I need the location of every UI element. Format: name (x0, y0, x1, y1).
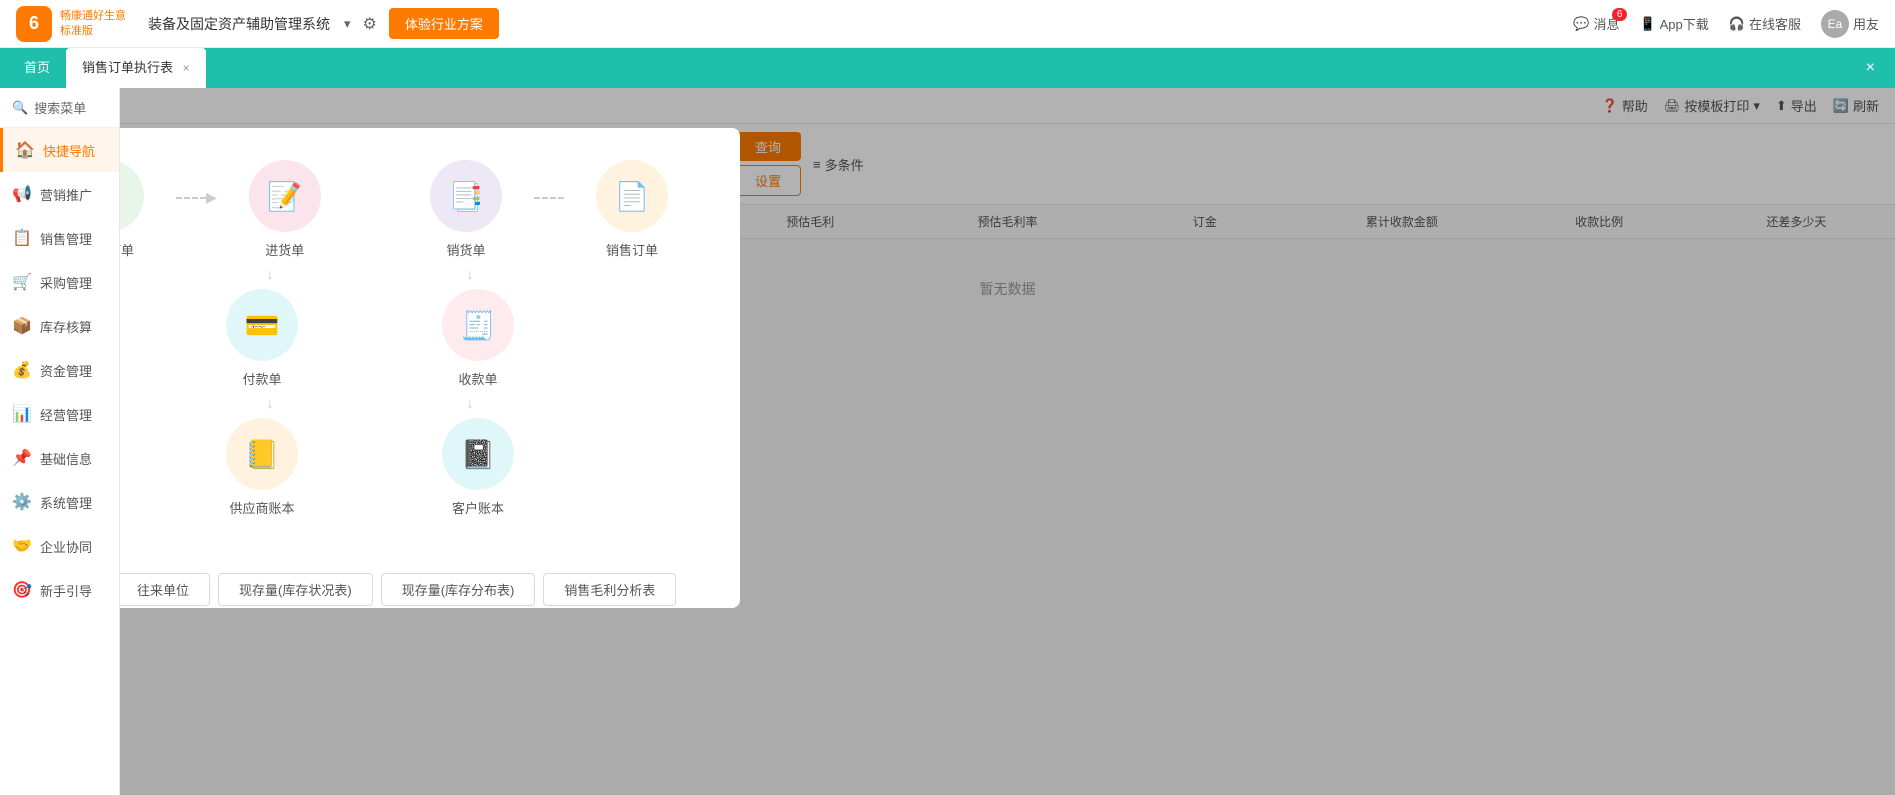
system-title: 装备及固定资产辅助管理系统 (148, 14, 330, 34)
supplier-ledger-icon: 📒 (226, 418, 298, 490)
avatar: Ea (1821, 10, 1849, 38)
online-service-label: 在线客服 (1749, 14, 1801, 33)
func-btn-sales-profit[interactable]: 销售毛利分析表 (543, 573, 676, 606)
message-icon: 💬 (1573, 16, 1589, 32)
sidebar-item-label: 企业协同 (40, 537, 92, 556)
sidebar-item-label: 库存核算 (40, 317, 92, 336)
tab-home[interactable]: 首页 (8, 48, 66, 88)
sidebar-item-label: 经营管理 (40, 405, 92, 424)
sidebar-item-label: 新手引导 (40, 581, 92, 600)
sales-bill-label: 销货单 (446, 240, 485, 259)
receipt-label: 收款单 (458, 369, 497, 388)
workflow-node-payment: 💳 付款单 (226, 289, 298, 388)
headset-icon: 🎧 (1729, 16, 1745, 32)
search-icon: 🔍 (12, 100, 28, 116)
logo-icon: 6 (16, 6, 52, 42)
content-area: ❓ 帮助 🖨 按模板打印 ▾ ⬆ 导出 🔄 刷新 (120, 88, 1895, 795)
func-btn-inventory-dist[interactable]: 现存量(库存分布表) (381, 573, 536, 606)
sidebar-item-basic-info[interactable]: 📌 基础信息 (0, 436, 119, 480)
sidebar-item-label: 采购管理 (40, 273, 92, 292)
search-menu-item[interactable]: 🔍 搜索菜单 (0, 88, 119, 128)
purchase-order-icon: 📋 (120, 160, 144, 232)
header-right: 💬 6 消息 📱 App下载 🎧 在线客服 Ea 用友 (1573, 10, 1879, 38)
sidebar-item-label: 资金管理 (40, 361, 92, 380)
customer-ledger-label: 客户账本 (452, 498, 504, 517)
mobile-icon: 📱 (1639, 16, 1655, 32)
modal-overlay[interactable]: 📋 进货订单 ▶ 📝 进货单 (120, 88, 1895, 795)
sidebar-item-label: 系统管理 (40, 493, 92, 512)
main-layout: 🔍 搜索菜单 🏠 快捷导航 📢 营销推广 📋 销售管理 🛒 采购管理 📦 库存核… (0, 88, 1895, 795)
user-name: 用友 (1853, 14, 1879, 33)
system-icon: ⚙️ (12, 492, 32, 512)
sidebar-item-label: 营销推广 (40, 185, 92, 204)
beginner-icon: 🎯 (12, 580, 32, 600)
payment-label: 付款单 (242, 369, 281, 388)
logo-area: 6 畅康通好生意 标准版 (16, 6, 136, 42)
purchase-icon: 🛒 (12, 272, 32, 292)
tab-close-icon[interactable]: × (183, 61, 190, 75)
sales-icon: 📋 (12, 228, 32, 248)
payment-icon: 💳 (226, 289, 298, 361)
modal: 📋 进货订单 ▶ 📝 进货单 (120, 128, 740, 608)
sidebar-item-sales[interactable]: 📋 销售管理 (0, 216, 119, 260)
basic-info-icon: 📌 (12, 448, 32, 468)
search-menu-label: 搜索菜单 (34, 98, 86, 117)
workflow-node-sales-order: 📄 销售订单 (596, 160, 668, 259)
sidebar-item-operations[interactable]: 📊 经营管理 (0, 392, 119, 436)
top-header: 6 畅康通好生意 标准版 装备及固定资产辅助管理系统 ▾ ⚙ 体验行业方案 💬 … (0, 0, 1895, 48)
online-service-item[interactable]: 🎧 在线客服 (1729, 14, 1801, 33)
purchase-bill-label: 进货单 (265, 240, 304, 259)
workflow-node-customer-ledger: 📓 客户账本 (442, 418, 514, 517)
gear-icon[interactable]: ⚙ (363, 14, 377, 34)
finance-icon: 💰 (12, 360, 32, 380)
trial-button[interactable]: 体验行业方案 (389, 8, 499, 39)
sidebar-item-marketing[interactable]: 📢 营销推广 (0, 172, 119, 216)
sidebar-item-label: 基础信息 (40, 449, 92, 468)
workflow-node-sales-bill: 📑 销货单 (430, 160, 502, 259)
sidebar-item-beginner[interactable]: 🎯 新手引导 (0, 568, 119, 612)
message-item[interactable]: 💬 6 消息 (1573, 14, 1619, 33)
workflow-node-supplier-ledger: 📒 供应商账本 (226, 418, 298, 517)
sidebar: 🔍 搜索菜单 🏠 快捷导航 📢 营销推广 📋 销售管理 🛒 采购管理 📦 库存核… (0, 88, 120, 795)
sidebar-item-quick-nav[interactable]: 🏠 快捷导航 (0, 128, 119, 172)
purchase-order-label: 进货订单 (120, 240, 134, 259)
sidebar-item-inventory[interactable]: 📦 库存核算 (0, 304, 119, 348)
home-icon: 🏠 (15, 140, 35, 160)
workflow-node-purchase-bill: 📝 进货单 (249, 160, 321, 259)
sales-bill-icon: 📑 (430, 160, 502, 232)
message-badge: 6 (1612, 8, 1628, 21)
sidebar-item-enterprise[interactable]: 🤝 企业协同 (0, 524, 119, 568)
function-buttons: 商品 往来单位 现存量(库存状况表) 现存量(库存分布表) 销售毛利分析表 商品… (120, 573, 700, 608)
enterprise-icon: 🤝 (12, 536, 32, 556)
nav-tabs: 首页 销售订单执行表 × × (0, 48, 1895, 88)
sidebar-item-label: 销售管理 (40, 229, 92, 248)
sidebar-item-purchase[interactable]: 🛒 采购管理 (0, 260, 119, 304)
supplier-ledger-label: 供应商账本 (229, 498, 294, 517)
sales-order-label: 销售订单 (606, 240, 658, 259)
sidebar-item-label: 快捷导航 (43, 141, 95, 160)
customer-ledger-icon: 📓 (442, 418, 514, 490)
sales-order-icon: 📄 (596, 160, 668, 232)
tab-sales-order-label: 销售订单执行表 (82, 60, 173, 75)
workflow-node-purchase-order: 📋 进货订单 (120, 160, 144, 259)
close-all-icon[interactable]: × (1854, 59, 1887, 77)
sidebar-item-system[interactable]: ⚙️ 系统管理 (0, 480, 119, 524)
workflow-node-receipt: 🧾 收款单 (442, 289, 514, 388)
common-functions-title: 常用功能 (120, 541, 700, 561)
receipt-icon: 🧾 (442, 289, 514, 361)
app-download-item[interactable]: 📱 App下载 (1639, 14, 1708, 33)
operations-icon: 📊 (12, 404, 32, 424)
func-btn-inventory-status[interactable]: 现存量(库存状况表) (218, 573, 373, 606)
inventory-icon: 📦 (12, 316, 32, 336)
sidebar-item-finance[interactable]: 💰 资金管理 (0, 348, 119, 392)
func-btn-partner[interactable]: 往来单位 (120, 573, 210, 606)
purchase-bill-icon: 📝 (249, 160, 321, 232)
tab-sales-order[interactable]: 销售订单执行表 × (66, 48, 206, 88)
common-functions: 常用功能 商品 往来单位 现存量(库存状况表) 现存量(库存分布表) 销售毛利分… (120, 541, 700, 608)
logo-text: 畅康通好生意 标准版 (60, 9, 126, 38)
user-item[interactable]: Ea 用友 (1821, 10, 1879, 38)
dropdown-arrow-icon[interactable]: ▾ (344, 16, 351, 32)
marketing-icon: 📢 (12, 184, 32, 204)
app-download-label: App下载 (1660, 14, 1709, 33)
